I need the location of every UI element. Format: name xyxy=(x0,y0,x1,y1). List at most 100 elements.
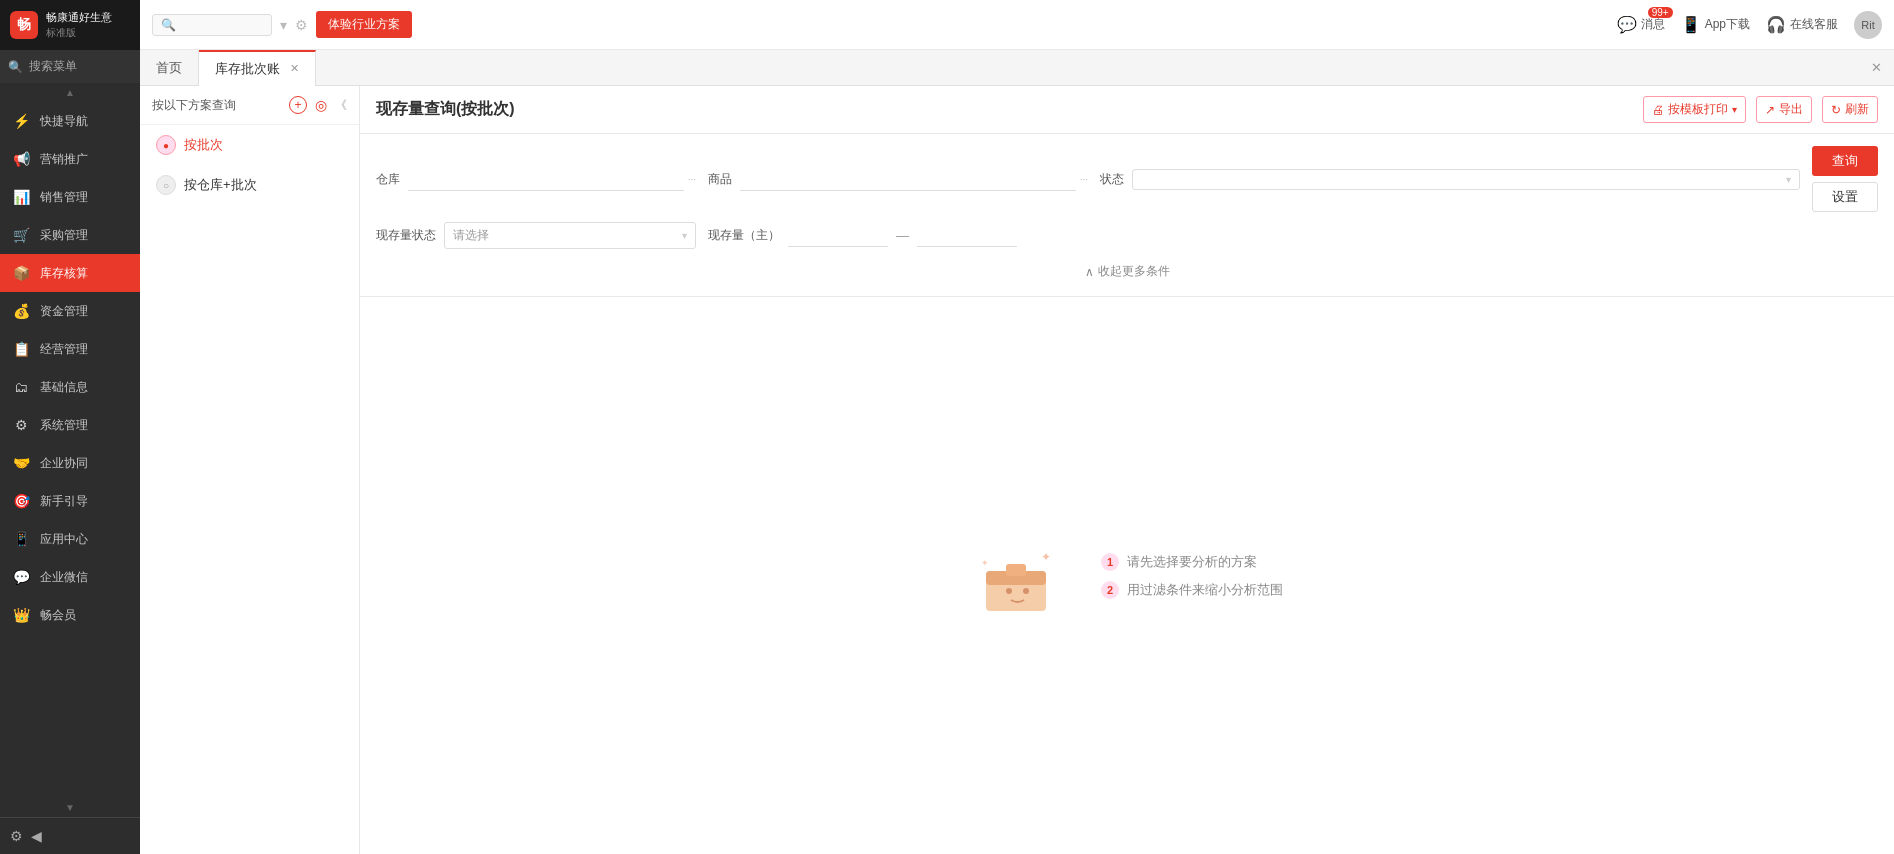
sidebar-search[interactable]: 🔍 搜索菜单 xyxy=(0,50,140,83)
plan-item-warehouse-batch[interactable]: ○ 按仓库+批次 xyxy=(140,165,359,205)
search-icon: 🔍 xyxy=(8,60,23,74)
print-icon: 🖨 xyxy=(1652,103,1664,117)
collapse-conditions-btn[interactable]: ∧ 收起更多条件 xyxy=(1081,259,1174,284)
product-dots[interactable]: ··· xyxy=(1080,174,1088,185)
settings-button[interactable]: 设置 xyxy=(1812,182,1878,212)
plan-icon-batch: ● xyxy=(156,135,176,155)
warehouse-input[interactable] xyxy=(408,168,684,191)
collapse-sidebar-icon[interactable]: ◀ xyxy=(31,828,42,844)
sidebar-item-member[interactable]: 👑 畅会员 xyxy=(0,596,140,634)
topbar-search-box[interactable]: 🔍 xyxy=(152,14,272,36)
sidebar-search-label: 搜索菜单 xyxy=(29,58,77,75)
query-button[interactable]: 查询 xyxy=(1812,146,1878,176)
sidebar-item-basics[interactable]: 🗂 基础信息 xyxy=(0,368,140,406)
sidebar-item-purchase[interactable]: 🛒 采购管理 xyxy=(0,216,140,254)
add-plan-icon[interactable]: + xyxy=(289,96,307,114)
plan-list: ● 按批次 ○ 按仓库+批次 xyxy=(140,125,359,854)
message-icon: 💬 xyxy=(1617,15,1637,34)
inventory-status-placeholder: 请选择 xyxy=(453,227,489,244)
topbar-user[interactable]: Rit xyxy=(1854,11,1882,39)
filter-row-1: 仓库 ··· 商品 ··· 状态 ▾ xyxy=(376,146,1878,212)
print-btn[interactable]: 🖨 按模板打印 ▾ xyxy=(1643,96,1746,123)
content-area: 按以下方案查询 + ◎ 《 ● 按批次 ○ 按仓库+批次 xyxy=(140,86,1894,854)
tab-close-icon[interactable]: ✕ xyxy=(290,62,299,75)
scroll-down-arrow[interactable]: ▼ xyxy=(0,798,140,817)
export-btn[interactable]: ↗ 导出 xyxy=(1756,96,1812,123)
collapse-panel-icon[interactable]: 《 xyxy=(335,97,347,114)
topbar-left: 🔍 ▾ ⚙ 体验行业方案 xyxy=(152,11,1607,38)
print-dropdown-icon[interactable]: ▾ xyxy=(1732,104,1737,115)
topbar-search-input[interactable] xyxy=(181,18,261,32)
svg-point-4 xyxy=(1023,588,1029,594)
sidebar-item-label: 新手引导 xyxy=(40,493,88,510)
sidebar-item-appcenter[interactable]: 📱 应用中心 xyxy=(0,520,140,558)
filter-inventory-status: 现存量状态 请选择 ▾ xyxy=(376,222,696,249)
filter-product: 商品 ··· xyxy=(708,168,1088,191)
empty-illustration: ✦ ✦ xyxy=(971,526,1071,626)
sidebar-item-label: 库存核算 xyxy=(40,265,88,282)
refresh-btn[interactable]: ↻ 刷新 xyxy=(1822,96,1878,123)
tab-expand-btn[interactable]: ✕ xyxy=(1859,60,1894,75)
sidebar-item-marketing[interactable]: 📢 营销推广 xyxy=(0,140,140,178)
inventory-qty-to[interactable] xyxy=(917,224,1017,247)
export-icon: ↗ xyxy=(1765,103,1775,117)
operations-icon: 📋 xyxy=(12,340,30,358)
topbar-online-service[interactable]: 🎧 在线客服 xyxy=(1766,15,1838,34)
svg-rect-2 xyxy=(1006,564,1026,576)
settings-icon[interactable]: ⚙ xyxy=(10,828,23,844)
inventory-status-select[interactable]: 请选择 ▾ xyxy=(444,222,696,249)
sidebar-item-guide[interactable]: 🎯 新手引导 xyxy=(0,482,140,520)
sidebar-item-label: 经营管理 xyxy=(40,341,88,358)
app-logo: 畅 xyxy=(10,11,38,39)
app-name: 畅康通好生意 xyxy=(46,10,112,25)
topbar-dropdown-icon[interactable]: ▾ xyxy=(280,17,287,33)
page-title: 现存量查询(按批次) xyxy=(376,99,515,120)
sidebar-item-collaboration[interactable]: 🤝 企业协同 xyxy=(0,444,140,482)
inventory-qty-from[interactable] xyxy=(788,224,888,247)
svg-text:✦: ✦ xyxy=(981,558,989,568)
sidebar-item-system[interactable]: ⚙ 系统管理 xyxy=(0,406,140,444)
action-buttons: 查询 设置 xyxy=(1812,146,1878,212)
inventory-icon: 📦 xyxy=(12,264,30,282)
topbar-message[interactable]: 💬 99+ 消息 xyxy=(1617,15,1665,34)
topbar: 🔍 ▾ ⚙ 体验行业方案 💬 99+ 消息 📱 App下载 🎧 在线客服 xyxy=(140,0,1894,50)
empty-tip-2: 2 用过滤条件来缩小分析范围 xyxy=(1101,581,1283,599)
online-service-icon: 🎧 xyxy=(1766,15,1786,34)
filter-inventory-qty: 现存量（主） — xyxy=(708,224,1088,247)
tab-inventory-batch-label: 库存批次账 xyxy=(215,60,280,78)
topbar-right: 💬 99+ 消息 📱 App下载 🎧 在线客服 Rit xyxy=(1617,11,1882,39)
status-select[interactable]: ▾ xyxy=(1132,169,1800,190)
sidebar-item-label: 采购管理 xyxy=(40,227,88,244)
search-icon: 🔍 xyxy=(161,18,176,32)
sidebar-item-label: 资金管理 xyxy=(40,303,88,320)
warehouse-dots[interactable]: ··· xyxy=(688,174,696,185)
plan-item-batch[interactable]: ● 按批次 xyxy=(140,125,359,165)
wecom-icon: 💬 xyxy=(12,568,30,586)
sidebar-item-quicknav[interactable]: ⚡ 快捷导航 xyxy=(0,102,140,140)
topbar-app-download[interactable]: 📱 App下载 xyxy=(1681,15,1750,34)
sidebar-nav: ⚡ 快捷导航 📢 营销推广 📊 销售管理 🛒 采购管理 📦 库存核算 💰 资金管… xyxy=(0,102,140,798)
guide-icon: 🎯 xyxy=(12,492,30,510)
inv-status-dropdown-icon: ▾ xyxy=(682,230,687,241)
quicknav-icon: ⚡ xyxy=(12,112,30,130)
app-info: 畅康通好生意 标准版 xyxy=(46,10,112,39)
sidebar-item-label: 畅会员 xyxy=(40,607,76,624)
scroll-up-arrow[interactable]: ▲ xyxy=(0,83,140,102)
app-edition: 标准版 xyxy=(46,26,112,40)
tab-inventory-batch[interactable]: 库存批次账 ✕ xyxy=(199,50,316,86)
page-title-bar: 现存量查询(按批次) 🖨 按模板打印 ▾ ↗ 导出 ↻ 刷新 xyxy=(360,86,1894,134)
sidebar-item-operations[interactable]: 📋 经营管理 xyxy=(0,330,140,368)
sidebar-item-wecom[interactable]: 💬 企业微信 xyxy=(0,558,140,596)
svg-text:✦: ✦ xyxy=(1041,550,1051,564)
product-input[interactable] xyxy=(740,168,1076,191)
sidebar-item-sales[interactable]: 📊 销售管理 xyxy=(0,178,140,216)
tab-home-label: 首页 xyxy=(156,59,182,77)
experience-btn[interactable]: 体验行业方案 xyxy=(316,11,412,38)
sidebar-item-finance[interactable]: 💰 资金管理 xyxy=(0,292,140,330)
plan-icon-warehouse-batch: ○ xyxy=(156,175,176,195)
topbar-gear-icon[interactable]: ⚙ xyxy=(295,17,308,33)
sidebar-item-inventory[interactable]: 📦 库存核算 xyxy=(0,254,140,292)
plan-settings-icon[interactable]: ◎ xyxy=(315,97,327,113)
refresh-label: 刷新 xyxy=(1845,101,1869,118)
tab-home[interactable]: 首页 xyxy=(140,50,199,86)
